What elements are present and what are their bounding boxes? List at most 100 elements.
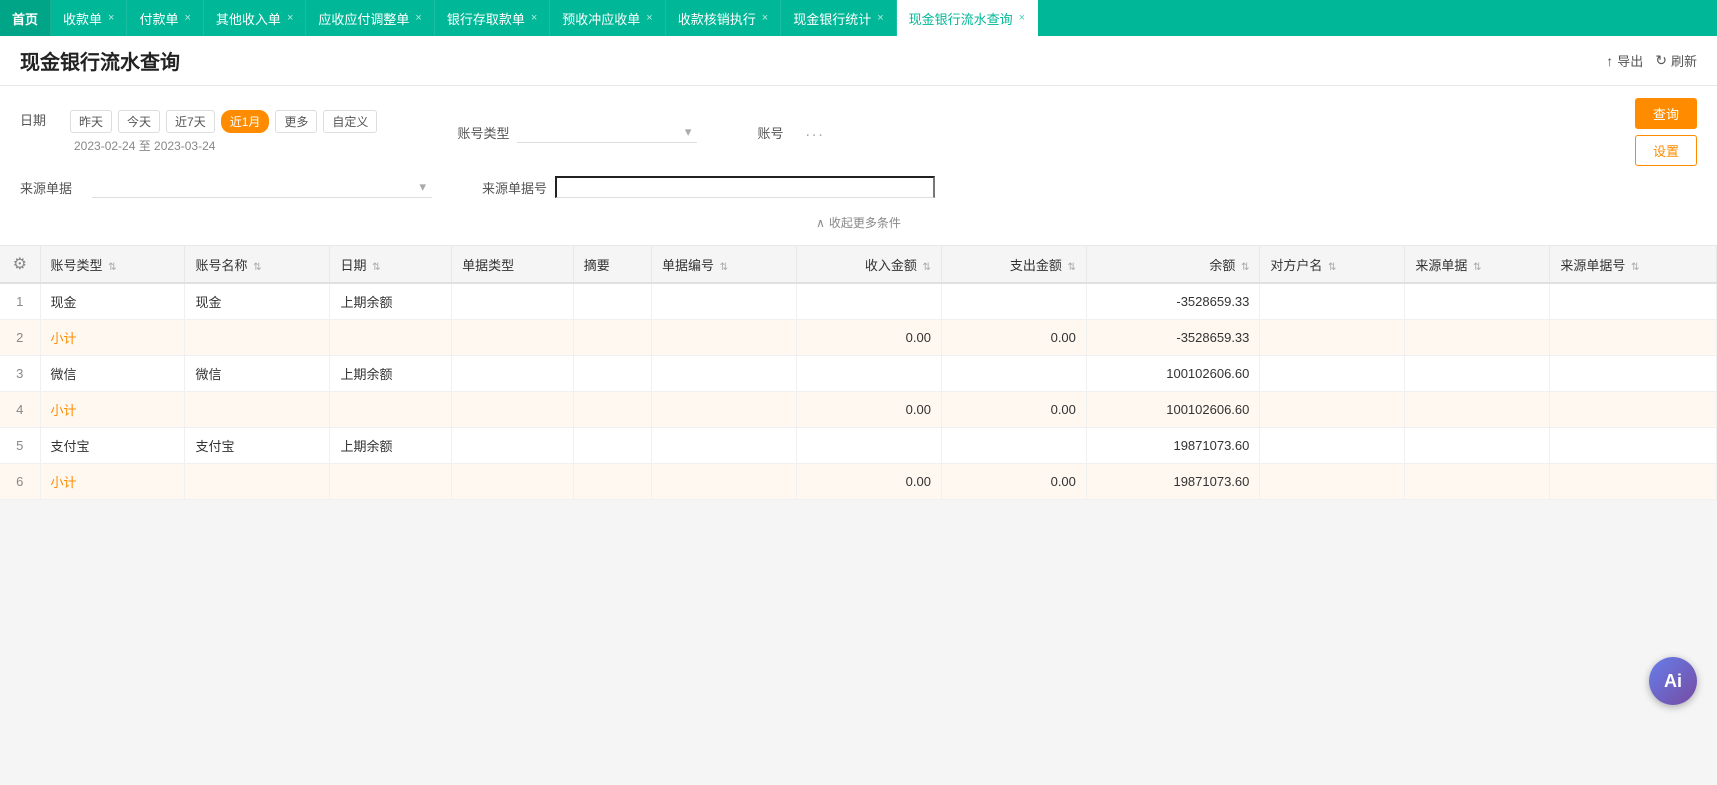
settings-button[interactable]: 设置 — [1635, 135, 1697, 166]
data-table: ⚙ 账号类型 ⇅ 账号名称 ⇅ 日期 ⇅ 单据类型 摘要 — [0, 246, 1717, 500]
action-buttons: 查询 设置 — [1635, 98, 1697, 166]
nav-tab-3[interactable]: 应收应付调整单 × — [306, 0, 434, 36]
th-summary[interactable]: 摘要 — [573, 246, 651, 283]
collapse-bar[interactable]: ∧ 收起更多条件 — [20, 208, 1697, 233]
nav-tab-6[interactable]: 收款核销执行 × — [666, 0, 781, 36]
td-summary — [573, 428, 651, 464]
nav-tab-close-5[interactable]: × — [646, 12, 652, 24]
nav-tab-8[interactable]: 现金银行流水查询 × — [897, 0, 1038, 36]
nav-tab-2[interactable]: 其他收入单 × — [204, 0, 306, 36]
nav-tab-7[interactable]: 现金银行统计 × — [781, 0, 896, 36]
table-row[interactable]: 6 小计 0.00 0.00 19871073.60 — [0, 464, 1717, 500]
td-account-name: 微信 — [185, 356, 330, 392]
td-date — [330, 392, 452, 428]
nav-tab-5[interactable]: 预收冲应收单 × — [550, 0, 665, 36]
nav-tab-label-5: 预收冲应收单 — [562, 9, 640, 28]
th-balance-label: 余额 — [1209, 258, 1235, 273]
th-expense[interactable]: 支出金额 ⇅ — [941, 246, 1086, 283]
nav-tab-close-4[interactable]: × — [531, 12, 537, 24]
td-account-name: 现金 — [185, 283, 330, 320]
th-doc-type-label: 单据类型 — [462, 258, 514, 273]
th-counterpart[interactable]: 对方户名 ⇅ — [1260, 246, 1405, 283]
nav-tab-close-6[interactable]: × — [762, 12, 768, 24]
date-btn-today[interactable]: 今天 — [118, 110, 160, 133]
th-account-type[interactable]: 账号类型 ⇅ — [40, 246, 185, 283]
nav-tab-close-7[interactable]: × — [877, 12, 883, 24]
account-type-group: 账号类型 ▾ — [457, 122, 697, 143]
export-button[interactable]: ↑ 导出 — [1606, 51, 1643, 70]
td-account-type: 现金 — [40, 283, 185, 320]
nav-tab-close-0[interactable]: × — [108, 12, 114, 24]
td-account-type: 小计 — [40, 320, 185, 356]
nav-tab-close-3[interactable]: × — [415, 12, 421, 24]
nav-tab-4[interactable]: 银行存取款单 × — [435, 0, 550, 36]
nav-tab-close-8[interactable]: × — [1019, 12, 1025, 24]
td-doc-type — [452, 283, 574, 320]
table-row[interactable]: 5 支付宝 支付宝 上期余额 19871073.60 — [0, 428, 1717, 464]
chevron-down-icon-2: ▾ — [419, 179, 426, 195]
nav-tab-0[interactable]: 收款单 × — [51, 0, 127, 36]
nav-tab-close-2[interactable]: × — [287, 12, 293, 24]
td-summary — [573, 320, 651, 356]
table-row[interactable]: 2 小计 0.00 0.00 -3528659.33 — [0, 320, 1717, 356]
td-src-doc-no — [1550, 356, 1717, 392]
th-settings[interactable]: ⚙ — [0, 246, 40, 283]
date-btn-1month[interactable]: 近1月 — [221, 110, 270, 133]
date-filter-group: 日期 昨天 今天 近7天 近1月 更多 自定义 2023-02-24 至 202… — [20, 110, 377, 154]
th-counterpart-label: 对方户名 — [1270, 258, 1322, 273]
th-income-label: 收入金额 — [865, 258, 917, 273]
td-src-doc-no — [1550, 320, 1717, 356]
ai-label: Ai — [1664, 671, 1682, 692]
th-doc-no[interactable]: 单据编号 ⇅ — [652, 246, 797, 283]
td-account-name — [185, 392, 330, 428]
td-expense — [941, 356, 1086, 392]
page-header: 现金银行流水查询 ↑ 导出 ↻ 刷新 — [0, 36, 1717, 86]
td-doc-type — [452, 428, 574, 464]
date-btn-more[interactable]: 更多 — [275, 110, 317, 133]
th-doc-no-label: 单据编号 — [662, 258, 714, 273]
th-src-doc-label: 来源单据 — [1415, 258, 1467, 273]
td-account-name — [185, 320, 330, 356]
date-btn-custom[interactable]: 自定义 — [323, 110, 377, 133]
table-row[interactable]: 4 小计 0.00 0.00 100102606.60 — [0, 392, 1717, 428]
account-type-select[interactable]: ▾ — [517, 122, 697, 143]
refresh-button[interactable]: ↻ 刷新 — [1655, 51, 1697, 70]
sort-icon-7: ⇅ — [923, 262, 931, 273]
source-doc-no-group: 来源单据号 — [482, 176, 935, 198]
table-row[interactable]: 3 微信 微信 上期余额 100102606.60 — [0, 356, 1717, 392]
account-dots[interactable]: ... — [805, 123, 824, 141]
sort-icon-12: ⇅ — [1631, 262, 1639, 273]
th-src-doc[interactable]: 来源单据 ⇅ — [1405, 246, 1550, 283]
query-button[interactable]: 查询 — [1635, 98, 1697, 129]
th-src-doc-no[interactable]: 来源单据号 ⇅ — [1550, 246, 1717, 283]
date-btn-7days[interactable]: 近7天 — [166, 110, 215, 133]
sort-icon-6: ⇅ — [720, 262, 728, 273]
th-doc-type[interactable]: 单据类型 — [452, 246, 574, 283]
th-account-name[interactable]: 账号名称 ⇅ — [185, 246, 330, 283]
chevron-down-icon: ▾ — [685, 124, 692, 140]
td-balance: 100102606.60 — [1086, 392, 1259, 428]
ai-badge[interactable]: Ai — [1649, 657, 1697, 705]
th-income[interactable]: 收入金额 ⇅ — [796, 246, 941, 283]
nav-tab-1[interactable]: 付款单 × — [127, 0, 203, 36]
source-doc-no-input[interactable] — [555, 176, 935, 198]
nav-tab-label-0: 收款单 — [63, 9, 102, 28]
export-label: 导出 — [1617, 51, 1643, 70]
source-doc-select[interactable]: ▾ — [92, 177, 432, 198]
gear-icon[interactable]: ⚙ — [13, 256, 27, 273]
table-row[interactable]: 1 现金 现金 上期余额 -3528659.33 — [0, 283, 1717, 320]
nav-tab-label-6: 收款核销执行 — [678, 9, 756, 28]
date-btn-yesterday[interactable]: 昨天 — [70, 110, 112, 133]
td-income: 0.00 — [796, 464, 941, 500]
th-date[interactable]: 日期 ⇅ — [330, 246, 452, 283]
td-balance: 19871073.60 — [1086, 464, 1259, 500]
nav-tab-close-1[interactable]: × — [184, 12, 190, 24]
nav-home[interactable]: 首页 — [0, 0, 51, 36]
td-balance: -3528659.33 — [1086, 320, 1259, 356]
td-income: 0.00 — [796, 392, 941, 428]
td-idx: 6 — [0, 464, 40, 500]
th-balance[interactable]: 余额 ⇅ — [1086, 246, 1259, 283]
td-doc-type — [452, 392, 574, 428]
td-idx: 3 — [0, 356, 40, 392]
td-doc-type — [452, 320, 574, 356]
